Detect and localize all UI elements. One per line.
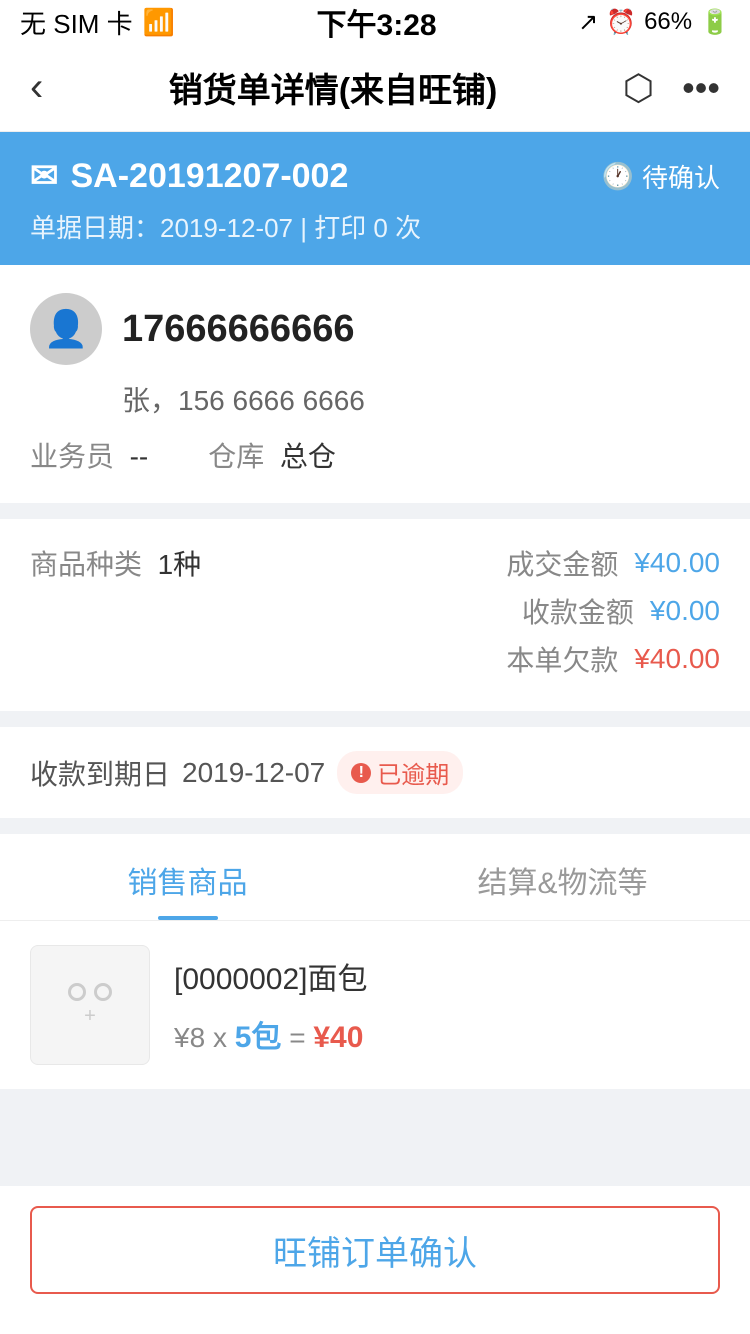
product-image: + xyxy=(30,945,150,1065)
share-button[interactable]: ⬡ xyxy=(623,67,654,109)
customer-phone: 17666666666 xyxy=(122,308,354,351)
location-icon: ↗ xyxy=(578,8,598,37)
order-id-container: ✉ SA-20191207-002 xyxy=(30,156,348,196)
due-date-value: 2019-12-07 xyxy=(182,757,325,789)
order-id-text: SA-20191207-002 xyxy=(71,157,349,196)
received-label: 收款金额 xyxy=(522,591,634,631)
sales-label: 业务员 -- xyxy=(30,435,148,475)
order-status: 🕐 待确认 xyxy=(602,158,720,195)
customer-card: 👤 17666666666 张，156 6666 6666 业务员 -- 仓库 … xyxy=(0,265,750,503)
overdue-text: 已逾期 xyxy=(377,755,449,790)
battery-text: 66% xyxy=(644,8,692,36)
clock-icon: 🕐 xyxy=(602,161,634,192)
customer-avatar: 👤 xyxy=(30,293,102,365)
tab-settle[interactable]: 结算&物流等 xyxy=(375,834,750,920)
overdue-badge: ! 已逾期 xyxy=(337,751,463,794)
due-date-card: 收款到期日 2019-12-07 ! 已逾期 xyxy=(0,727,750,818)
tab-goods[interactable]: 销售商品 xyxy=(0,834,375,920)
nav-bar: ‹ 销货单详情(来自旺铺) ⬡ ••• xyxy=(0,44,750,132)
back-button[interactable]: ‹ xyxy=(30,65,43,110)
due-date-label: 收款到期日 xyxy=(30,753,170,793)
balance-value: ¥40.00 xyxy=(634,643,720,675)
product-logo: + xyxy=(50,980,130,1030)
warehouse-value: 总仓 xyxy=(280,441,336,472)
overdue-icon: ! xyxy=(351,763,371,783)
product-type: 商品种类 1种 xyxy=(30,543,201,583)
amount-label: 成交金额 xyxy=(506,543,618,583)
balance-label: 本单欠款 xyxy=(506,639,618,679)
order-date: 单据日期：2019-12-07 | 打印 0 次 xyxy=(30,208,720,245)
status-left: 无 SIM 卡 📶 xyxy=(20,4,175,41)
bottom-bar: 旺铺订单确认 xyxy=(0,1186,750,1334)
alarm-icon: ⏰ xyxy=(606,8,636,37)
product-info: [0000002]面包 ¥8 x 5包 = ¥40 xyxy=(174,954,720,1056)
summary-card: 商品种类 1种 成交金额 ¥40.00 收款金额 ¥0.00 本单欠款 ¥40.… xyxy=(0,519,750,711)
quantity: 5包 xyxy=(235,1021,282,1054)
product-name: [0000002]面包 xyxy=(174,954,720,998)
carrier-text: 无 SIM 卡 xyxy=(20,4,133,41)
amount-value: ¥40.00 xyxy=(634,547,720,579)
multiply-sign: x xyxy=(213,1022,235,1053)
status-bar: 无 SIM 卡 📶 下午3:28 ↗ ⏰ 66% 🔋 xyxy=(0,0,750,44)
product-price-line: ¥8 x 5包 = ¥40 xyxy=(174,1012,720,1056)
sales-value: -- xyxy=(130,441,149,472)
product-card: + [0000002]面包 ¥8 x 5包 = ¥40 xyxy=(0,921,750,1089)
more-button[interactable]: ••• xyxy=(682,67,720,109)
unit-price: ¥8 xyxy=(174,1022,205,1053)
tabs-bar: 销售商品 结算&物流等 xyxy=(0,834,750,921)
received-value: ¥0.00 xyxy=(650,595,720,627)
warehouse-label: 仓库 总仓 xyxy=(208,435,336,475)
wifi-icon: 📶 xyxy=(143,7,175,38)
amount-summary: 成交金额 ¥40.00 收款金额 ¥0.00 本单欠款 ¥40.00 xyxy=(506,543,720,687)
page-title: 销货单详情(来自旺铺) xyxy=(169,63,498,112)
total-price: ¥40 xyxy=(313,1021,363,1054)
status-time: 下午3:28 xyxy=(317,0,437,44)
status-right: ↗ ⏰ 66% 🔋 xyxy=(578,8,730,37)
equals-sign: = xyxy=(289,1022,313,1053)
battery-icon: 🔋 xyxy=(700,8,730,37)
status-text: 待确认 xyxy=(642,158,720,195)
order-header: ✉ SA-20191207-002 🕐 待确认 单据日期：2019-12-07 … xyxy=(0,132,750,265)
order-envelope-icon: ✉ xyxy=(30,156,59,196)
confirm-button-label: 旺铺订单确认 xyxy=(273,1226,477,1275)
customer-name: 张，156 6666 6666 xyxy=(30,379,720,419)
confirm-order-button[interactable]: 旺铺订单确认 xyxy=(30,1206,720,1294)
nav-actions: ⬡ ••• xyxy=(623,67,720,109)
customer-meta: 业务员 -- 仓库 总仓 xyxy=(30,435,720,475)
